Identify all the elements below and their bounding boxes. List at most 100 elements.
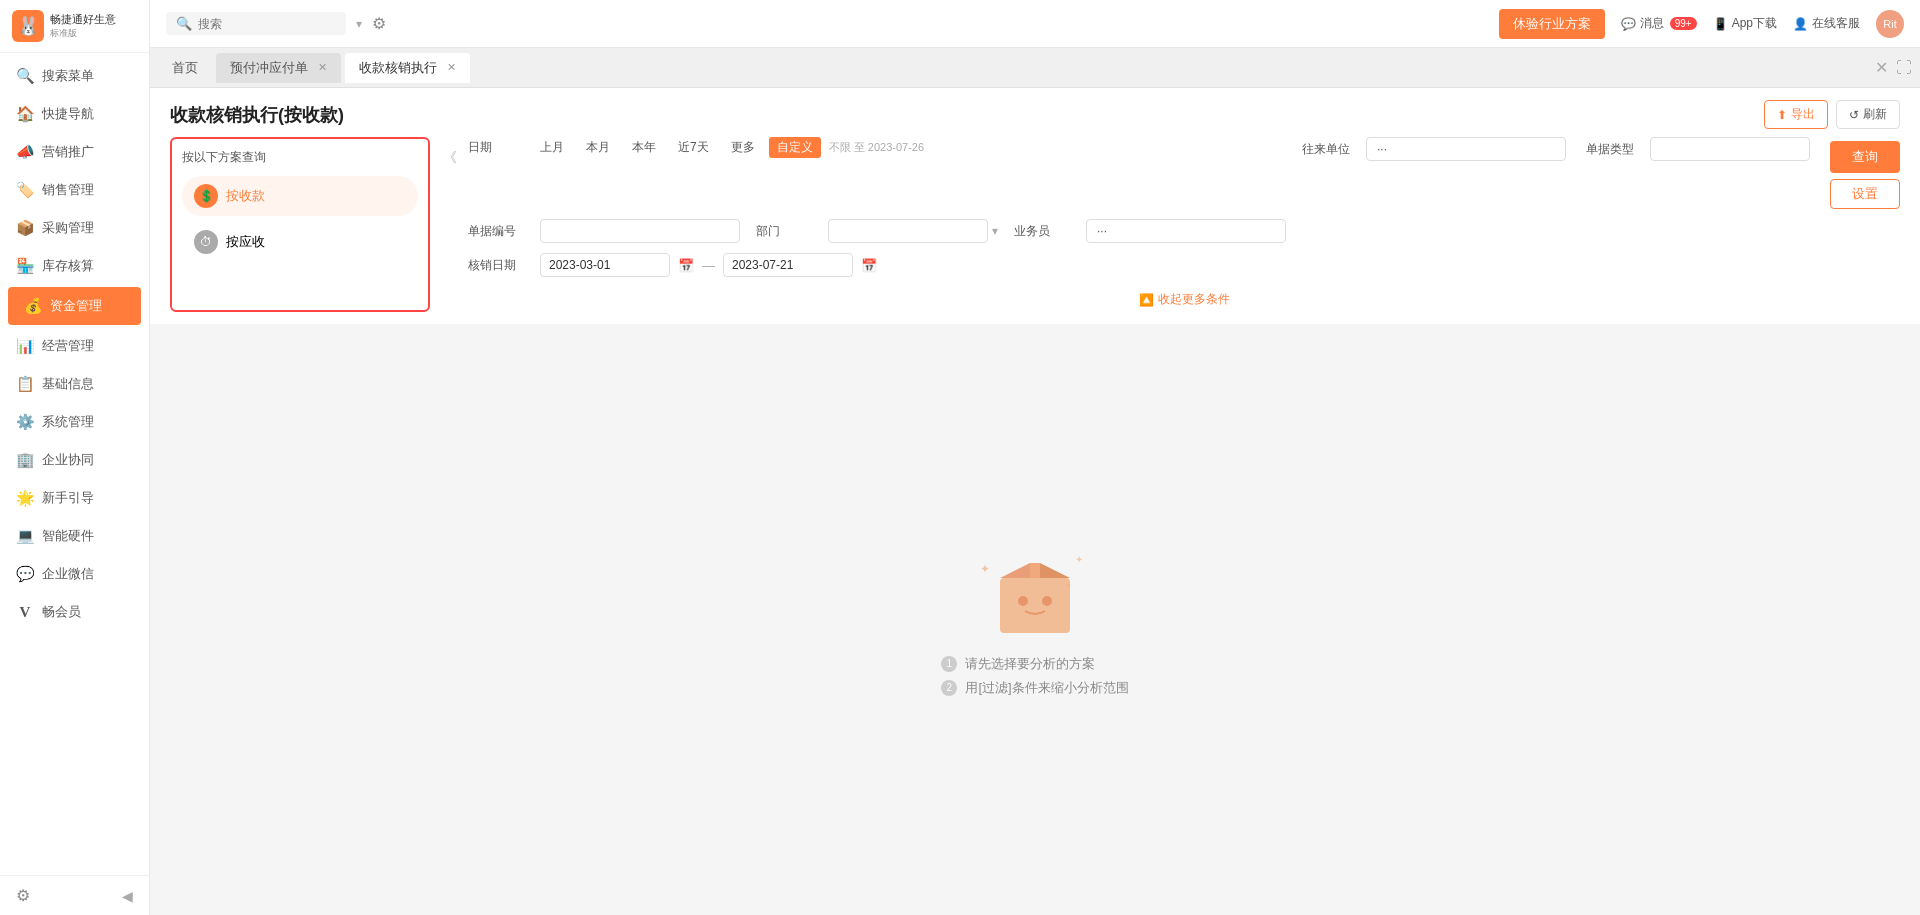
tab-bar-right: ✕ ⛶: [1875, 58, 1912, 77]
page-title: 收款核销执行(按收款): [170, 103, 344, 127]
empty-svg: ✦ ✦ ✦: [975, 543, 1095, 643]
sidebar-item-purchase[interactable]: 📦 采购管理: [0, 209, 149, 247]
sidebar-item-inventory[interactable]: 🏪 库存核算: [0, 247, 149, 285]
doc-number-input[interactable]: [540, 219, 740, 243]
hardware-icon: 💻: [16, 527, 34, 545]
staff-label: 业务员: [1014, 223, 1070, 240]
calendar-end-icon[interactable]: 📅: [861, 258, 877, 273]
system-icon: ⚙️: [16, 413, 34, 431]
doc-type-select[interactable]: [1650, 137, 1810, 161]
filter-option-label: 按收款: [226, 187, 265, 205]
search-box[interactable]: 🔍: [166, 12, 346, 35]
tab-home[interactable]: 首页: [158, 53, 212, 83]
sidebar-item-label: 新手引导: [42, 489, 94, 507]
sidebar-item-wechat[interactable]: 💬 企业微信: [0, 555, 149, 593]
verify-date-end[interactable]: [723, 253, 853, 277]
topbar-gear-icon[interactable]: ⚙: [372, 14, 386, 33]
empty-state: ✦ ✦ ✦ 1 请先选择要分析的方案 2 用[过滤]条件来缩小分析范围: [941, 543, 1128, 697]
sidebar-item-label: 企业微信: [42, 565, 94, 583]
refresh-icon: ↺: [1849, 108, 1859, 122]
svg-text:✦: ✦: [1065, 581, 1072, 590]
date-tab-this-month[interactable]: 本月: [578, 137, 618, 158]
doc-type-label: 单据类型: [1586, 141, 1642, 158]
filter-method-panel: 按以下方案查询 💲 按收款 ⏱ 按应收: [170, 137, 430, 312]
tab-close-icon[interactable]: ✕: [447, 61, 456, 74]
calendar-start-icon[interactable]: 📅: [678, 258, 694, 273]
sidebar-item-member[interactable]: V 畅会员: [0, 593, 149, 631]
sidebar-item-quick-nav[interactable]: 🏠 快捷导航: [0, 95, 149, 133]
sidebar-item-guide[interactable]: 🌟 新手引导: [0, 479, 149, 517]
sidebar-item-basic-info[interactable]: 📋 基础信息: [0, 365, 149, 403]
filter-collapse-btn[interactable]: 《: [440, 137, 460, 167]
date-tab-more[interactable]: 更多: [723, 137, 763, 158]
sidebar-item-label: 畅会员: [42, 603, 81, 621]
staff-input[interactable]: ···: [1086, 219, 1286, 243]
export-icon: ⬆: [1777, 108, 1787, 122]
member-icon: V: [16, 604, 34, 621]
sidebar-item-hardware[interactable]: 💻 智能硬件: [0, 517, 149, 555]
sidebar-collapse-btn[interactable]: ◀: [122, 888, 133, 904]
service-icon: 👤: [1793, 17, 1808, 31]
refresh-button[interactable]: ↺ 刷新: [1836, 100, 1900, 129]
sales-icon: 🏷️: [16, 181, 34, 199]
filter-fields: 日期 上月 本月 本年 近7天 更多 自定义 不限 至 2023-07-26 往…: [468, 137, 1900, 312]
bottom-gear-icon[interactable]: ⚙: [16, 886, 30, 905]
sidebar-item-label: 采购管理: [42, 219, 94, 237]
chevron-down-icon[interactable]: ▾: [356, 17, 362, 31]
sidebar-item-label: 快捷导航: [42, 105, 94, 123]
tab-close-icon[interactable]: ✕: [318, 61, 327, 74]
search-input[interactable]: [198, 17, 318, 31]
verify-date-start[interactable]: [540, 253, 670, 277]
date-tab-this-year[interactable]: 本年: [624, 137, 664, 158]
empty-hint-2: 2 用[过滤]条件来缩小分析范围: [941, 679, 1128, 697]
tab-expand-icon[interactable]: ⛶: [1896, 59, 1912, 77]
verify-date-label: 核销日期: [468, 257, 524, 274]
message-action[interactable]: 💬 消息 99+: [1621, 15, 1697, 32]
logo-icon: 🐰: [12, 10, 44, 42]
tab-bar: 首页 预付冲应付单 ✕ 收款核销执行 ✕ ✕ ⛶: [150, 48, 1920, 88]
filter-row-3: 核销日期 📅 — 📅: [468, 253, 1900, 277]
online-service-action[interactable]: 👤 在线客服: [1793, 15, 1860, 32]
page-header: 收款核销执行(按收款) ⬆ 导出 ↺ 刷新: [150, 88, 1920, 137]
filter-option-by-receivable[interactable]: ⏱ 按应收: [182, 222, 418, 262]
logo-title: 畅捷通好生意: [50, 12, 116, 27]
date-tab-custom[interactable]: 自定义: [769, 137, 821, 158]
empty-hints: 1 请先选择要分析的方案 2 用[过滤]条件来缩小分析范围: [941, 655, 1128, 697]
sidebar-item-label: 营销推广: [42, 143, 94, 161]
app-download-action[interactable]: 📱 App下载: [1713, 15, 1777, 32]
export-button[interactable]: ⬆ 导出: [1764, 100, 1828, 129]
filter-option-label: 按应收: [226, 233, 265, 251]
tab-close-all-icon[interactable]: ✕: [1875, 58, 1888, 77]
setting-button[interactable]: 设置: [1830, 179, 1900, 209]
content-body: ✦ ✦ ✦ 1 请先选择要分析的方案 2 用[过滤]条件来缩小分析范围: [150, 324, 1920, 915]
tab-receipt-verify[interactable]: 收款核销执行 ✕: [345, 53, 470, 83]
dept-chevron-icon[interactable]: ▾: [992, 224, 998, 238]
sidebar-item-finance[interactable]: 💰 资金管理: [8, 287, 141, 325]
sidebar-item-search-menu[interactable]: 🔍 搜索菜单: [0, 57, 149, 95]
svg-point-3: [1042, 596, 1052, 606]
sidebar-item-sales[interactable]: 🏷️ 销售管理: [0, 171, 149, 209]
sidebar-item-operations[interactable]: 📊 经营管理: [0, 327, 149, 365]
operations-icon: 📊: [16, 337, 34, 355]
filter-option-by-receipt[interactable]: 💲 按收款: [182, 176, 418, 216]
counterpart-input[interactable]: ···: [1366, 137, 1566, 161]
collapse-more-btn[interactable]: 🔼 收起更多条件: [468, 287, 1900, 312]
avatar[interactable]: Rit: [1876, 10, 1904, 38]
wechat-icon: 💬: [16, 565, 34, 583]
query-button[interactable]: 查询: [1830, 141, 1900, 173]
sidebar-item-enterprise[interactable]: 🏢 企业协同: [0, 441, 149, 479]
dept-label: 部门: [756, 223, 812, 240]
date-tab-last-7days[interactable]: 近7天: [670, 137, 717, 158]
query-btns: 查询 设置: [1830, 141, 1900, 209]
date-hint: 不限 至 2023-07-26: [829, 140, 924, 155]
dept-input[interactable]: [828, 219, 988, 243]
logo-badge: 标准版: [50, 27, 116, 40]
app-icon: 📱: [1713, 17, 1728, 31]
date-tab-last-month[interactable]: 上月: [532, 137, 572, 158]
sidebar-item-marketing[interactable]: 📣 营销推广: [0, 133, 149, 171]
sidebar-item-system[interactable]: ⚙️ 系统管理: [0, 403, 149, 441]
hint-2-text: 用[过滤]条件来缩小分析范围: [965, 679, 1128, 697]
filter-row-2: 单据编号 部门 ▾ 业务员 ···: [468, 219, 1900, 243]
tab-prepay[interactable]: 预付冲应付单 ✕: [216, 53, 341, 83]
industry-btn[interactable]: 休验行业方案: [1499, 9, 1605, 39]
